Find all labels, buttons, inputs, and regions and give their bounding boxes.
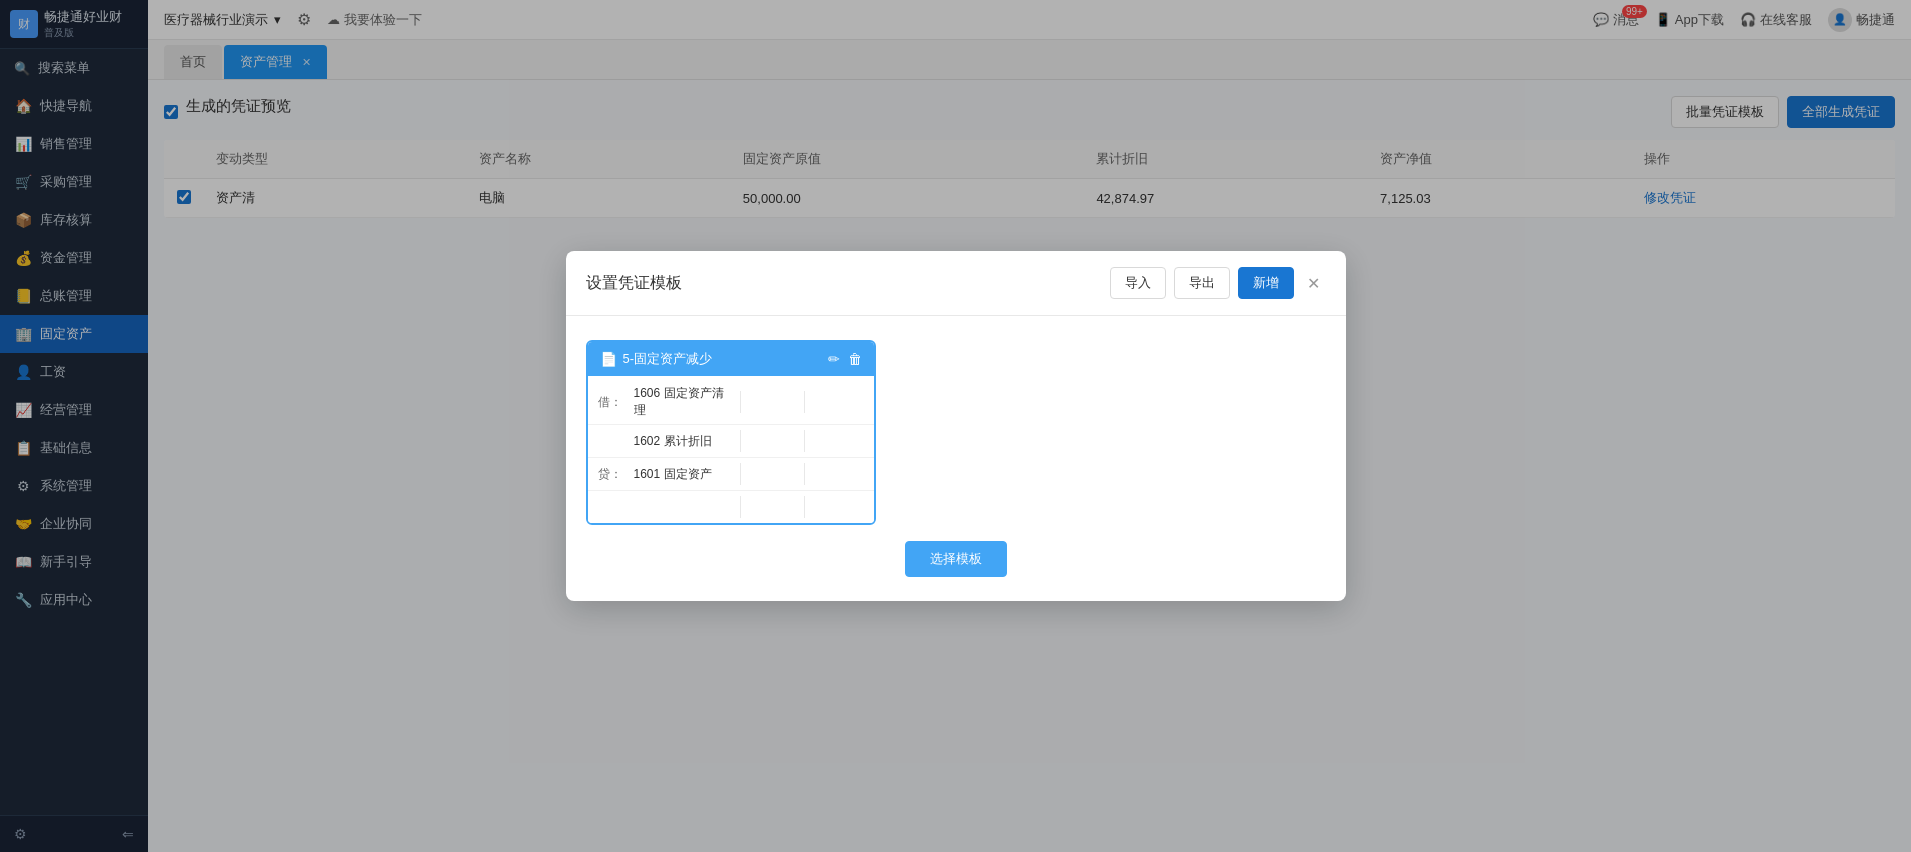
modal-header: 设置凭证模板 导入 导出 新增 ✕ (566, 251, 1346, 316)
main-area: 医疗器械行业演示 ▾ ⚙ ☁ 我要体验一下 💬 消息 99+ 📱 App下载 🎧… (148, 0, 1911, 852)
template-debit-row-1: 借： 1606 固定资产清理 (588, 380, 874, 425)
account-1601: 1601 固定资产 (634, 466, 736, 483)
account-1602: 1602 累计折旧 (634, 433, 736, 450)
new-template-button[interactable]: 新增 (1238, 267, 1294, 299)
delete-template-icon[interactable]: 🗑 (848, 351, 862, 367)
export-button[interactable]: 导出 (1174, 267, 1230, 299)
credit-label-1: 贷： (598, 466, 630, 483)
debit-amount-2 (740, 430, 800, 452)
credit-amount-1 (804, 391, 864, 413)
modal-header-actions: 导入 导出 新增 ✕ (1110, 267, 1326, 299)
debit-amount-1 (740, 391, 800, 413)
modal-title: 设置凭证模板 (586, 273, 682, 294)
content-area: 生成的凭证预览 批量凭证模板 全部生成凭证 变动类型 资产名称 固定资产原值 累… (148, 80, 1911, 852)
credit-amount-2 (804, 430, 864, 452)
account-1606: 1606 固定资产清理 (634, 385, 736, 419)
modal-overlay: 设置凭证模板 导入 导出 新增 ✕ 📄 5-固定资产减少 (148, 80, 1911, 852)
modal-set-template: 设置凭证模板 导入 导出 新增 ✕ 📄 5-固定资产减少 (566, 251, 1346, 601)
template-actions: ✏ 🗑 (828, 351, 862, 367)
edit-template-icon[interactable]: ✏ (828, 351, 840, 367)
import-button[interactable]: 导入 (1110, 267, 1166, 299)
template-debit-row-2: 1602 累计折旧 (588, 425, 874, 458)
template-card-body: 借： 1606 固定资产清理 1602 累计折旧 (588, 376, 874, 523)
modal-close-button[interactable]: ✕ (1302, 271, 1326, 295)
template-title-area: 📄 5-固定资产减少 (600, 350, 713, 368)
template-name: 5-固定资产减少 (623, 350, 713, 368)
debit-amount-3 (740, 463, 800, 485)
template-card: 📄 5-固定资产减少 ✏ 🗑 借： 1606 固定资产清理 (586, 340, 876, 525)
credit-amount-3 (804, 463, 864, 485)
debit-label-1: 借： (598, 394, 630, 411)
template-empty-row (588, 491, 874, 519)
template-credit-row-1: 贷： 1601 固定资产 (588, 458, 874, 491)
select-template-button[interactable]: 选择模板 (905, 541, 1007, 577)
select-template-area: 选择模板 (586, 541, 1326, 577)
template-card-header: 📄 5-固定资产减少 ✏ 🗑 (588, 342, 874, 376)
modal-body: 📄 5-固定资产减少 ✏ 🗑 借： 1606 固定资产清理 (566, 316, 1346, 601)
template-icon: 📄 (600, 351, 617, 367)
